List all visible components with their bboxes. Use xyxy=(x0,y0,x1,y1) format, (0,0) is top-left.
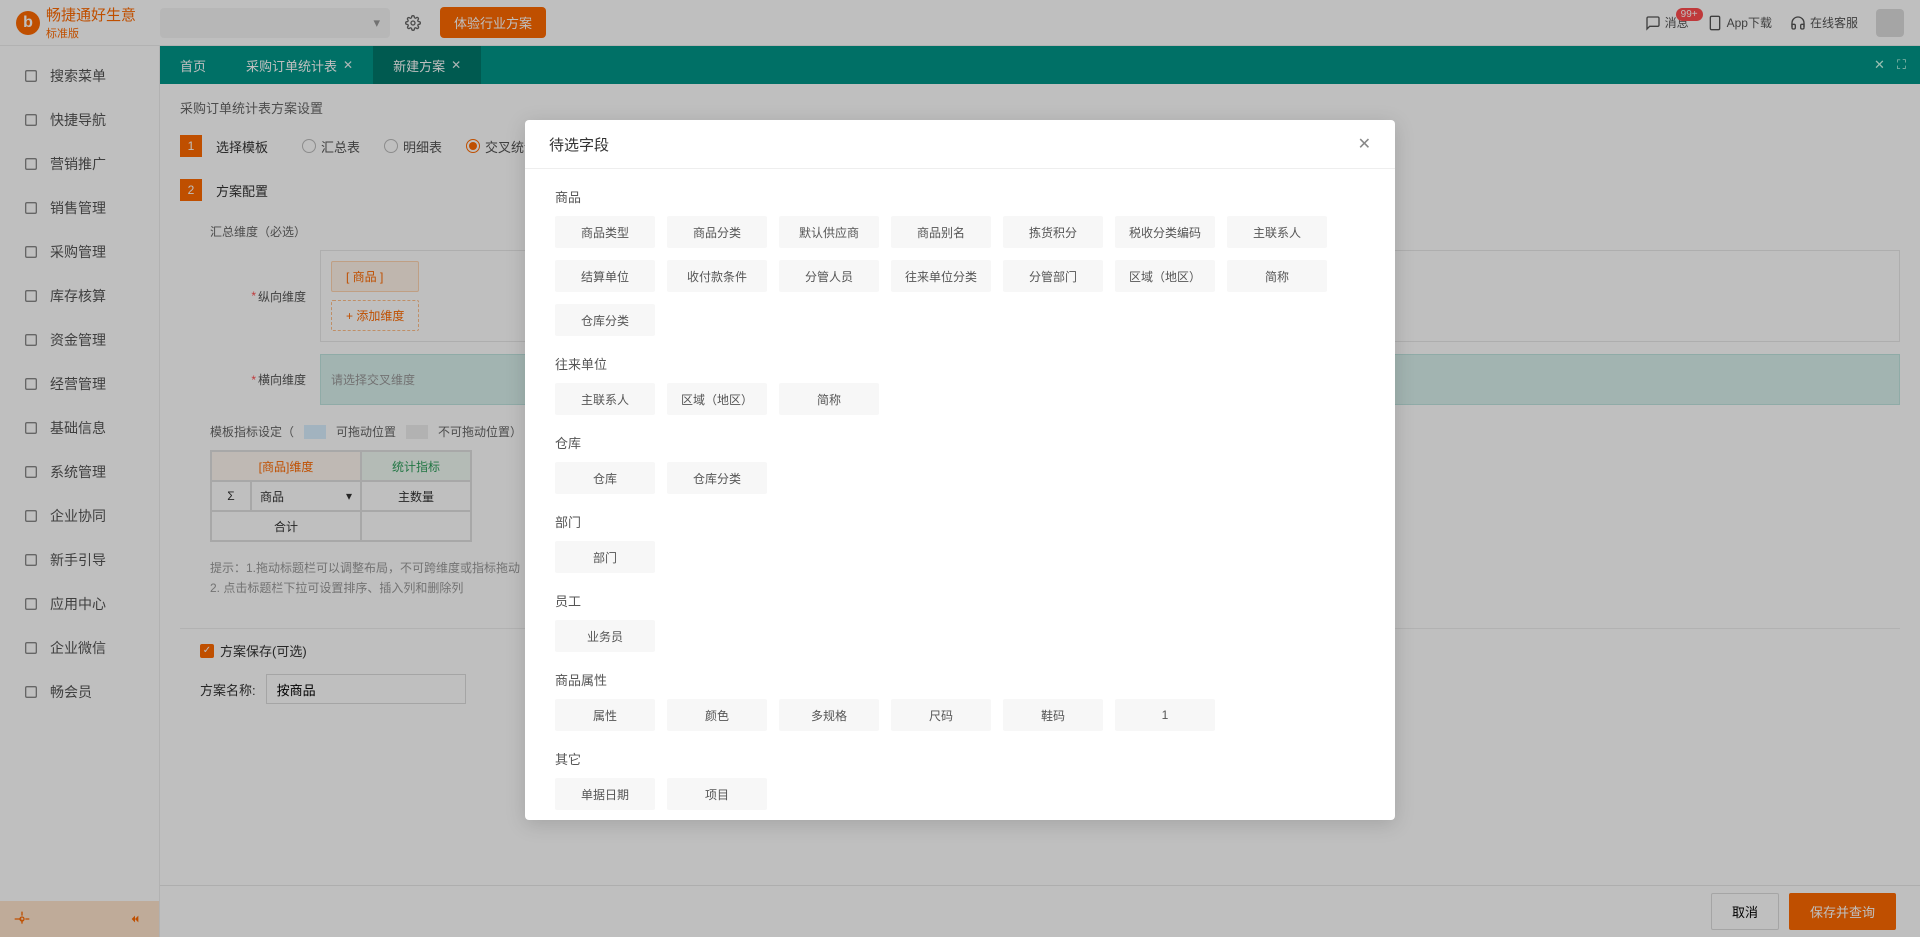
field-group-title: 员工 xyxy=(555,591,1365,610)
field-option[interactable]: 业务员 xyxy=(555,620,655,652)
field-group-title: 商品 xyxy=(555,187,1365,206)
field-option[interactable]: 多规格 xyxy=(779,699,879,731)
field-option[interactable]: 颜色 xyxy=(667,699,767,731)
field-group-0: 商品商品类型商品分类默认供应商商品别名拣货积分税收分类编码主联系人结算单位收付款… xyxy=(555,187,1365,336)
field-option[interactable]: 商品别名 xyxy=(891,216,991,248)
field-option[interactable]: 尺码 xyxy=(891,699,991,731)
field-option[interactable]: 商品分类 xyxy=(667,216,767,248)
field-option[interactable]: 仓库分类 xyxy=(667,462,767,494)
field-group-6: 其它单据日期项目 xyxy=(555,749,1365,810)
field-option[interactable]: 主联系人 xyxy=(555,383,655,415)
field-group-2: 仓库仓库仓库分类 xyxy=(555,433,1365,494)
field-option[interactable]: 分管人员 xyxy=(779,260,879,292)
field-picker-modal: 待选字段 ✕ 商品商品类型商品分类默认供应商商品别名拣货积分税收分类编码主联系人… xyxy=(525,120,1395,820)
field-option[interactable]: 往来单位分类 xyxy=(891,260,991,292)
field-option[interactable]: 单据日期 xyxy=(555,778,655,810)
field-option[interactable]: 默认供应商 xyxy=(779,216,879,248)
field-group-title: 部门 xyxy=(555,512,1365,531)
field-group-3: 部门部门 xyxy=(555,512,1365,573)
modal-title: 待选字段 xyxy=(549,134,609,155)
field-group-5: 商品属性属性颜色多规格尺码鞋码 1 xyxy=(555,670,1365,731)
field-option[interactable]: 部门 xyxy=(555,541,655,573)
field-option[interactable]: 拣货积分 xyxy=(1003,216,1103,248)
field-option[interactable]: 鞋码 xyxy=(1003,699,1103,731)
modal-close-button[interactable]: ✕ xyxy=(1358,134,1371,154)
field-option[interactable]: 简称 xyxy=(1227,260,1327,292)
field-group-1: 往来单位主联系人区域（地区） 简称 xyxy=(555,354,1365,415)
modal-overlay[interactable]: 待选字段 ✕ 商品商品类型商品分类默认供应商商品别名拣货积分税收分类编码主联系人… xyxy=(0,0,1920,937)
field-option[interactable]: 项目 xyxy=(667,778,767,810)
field-option[interactable]: 结算单位 xyxy=(555,260,655,292)
field-option[interactable]: 简称 xyxy=(779,383,879,415)
field-group-title: 仓库 xyxy=(555,433,1365,452)
field-option[interactable]: 仓库分类 xyxy=(555,304,655,336)
field-option[interactable]: 1 xyxy=(1115,699,1215,731)
field-option[interactable]: 商品类型 xyxy=(555,216,655,248)
field-group-title: 其它 xyxy=(555,749,1365,768)
field-option[interactable]: 仓库 xyxy=(555,462,655,494)
field-option[interactable]: 税收分类编码 xyxy=(1115,216,1215,248)
field-group-4: 员工业务员 xyxy=(555,591,1365,652)
field-option[interactable]: 收付款条件 xyxy=(667,260,767,292)
field-option[interactable]: 分管部门 xyxy=(1003,260,1103,292)
field-option[interactable]: 属性 xyxy=(555,699,655,731)
field-option[interactable]: 区域（地区） xyxy=(667,383,767,415)
field-option[interactable]: 主联系人 xyxy=(1227,216,1327,248)
field-group-title: 商品属性 xyxy=(555,670,1365,689)
field-group-title: 往来单位 xyxy=(555,354,1365,373)
field-option[interactable]: 区域（地区） xyxy=(1115,260,1215,292)
